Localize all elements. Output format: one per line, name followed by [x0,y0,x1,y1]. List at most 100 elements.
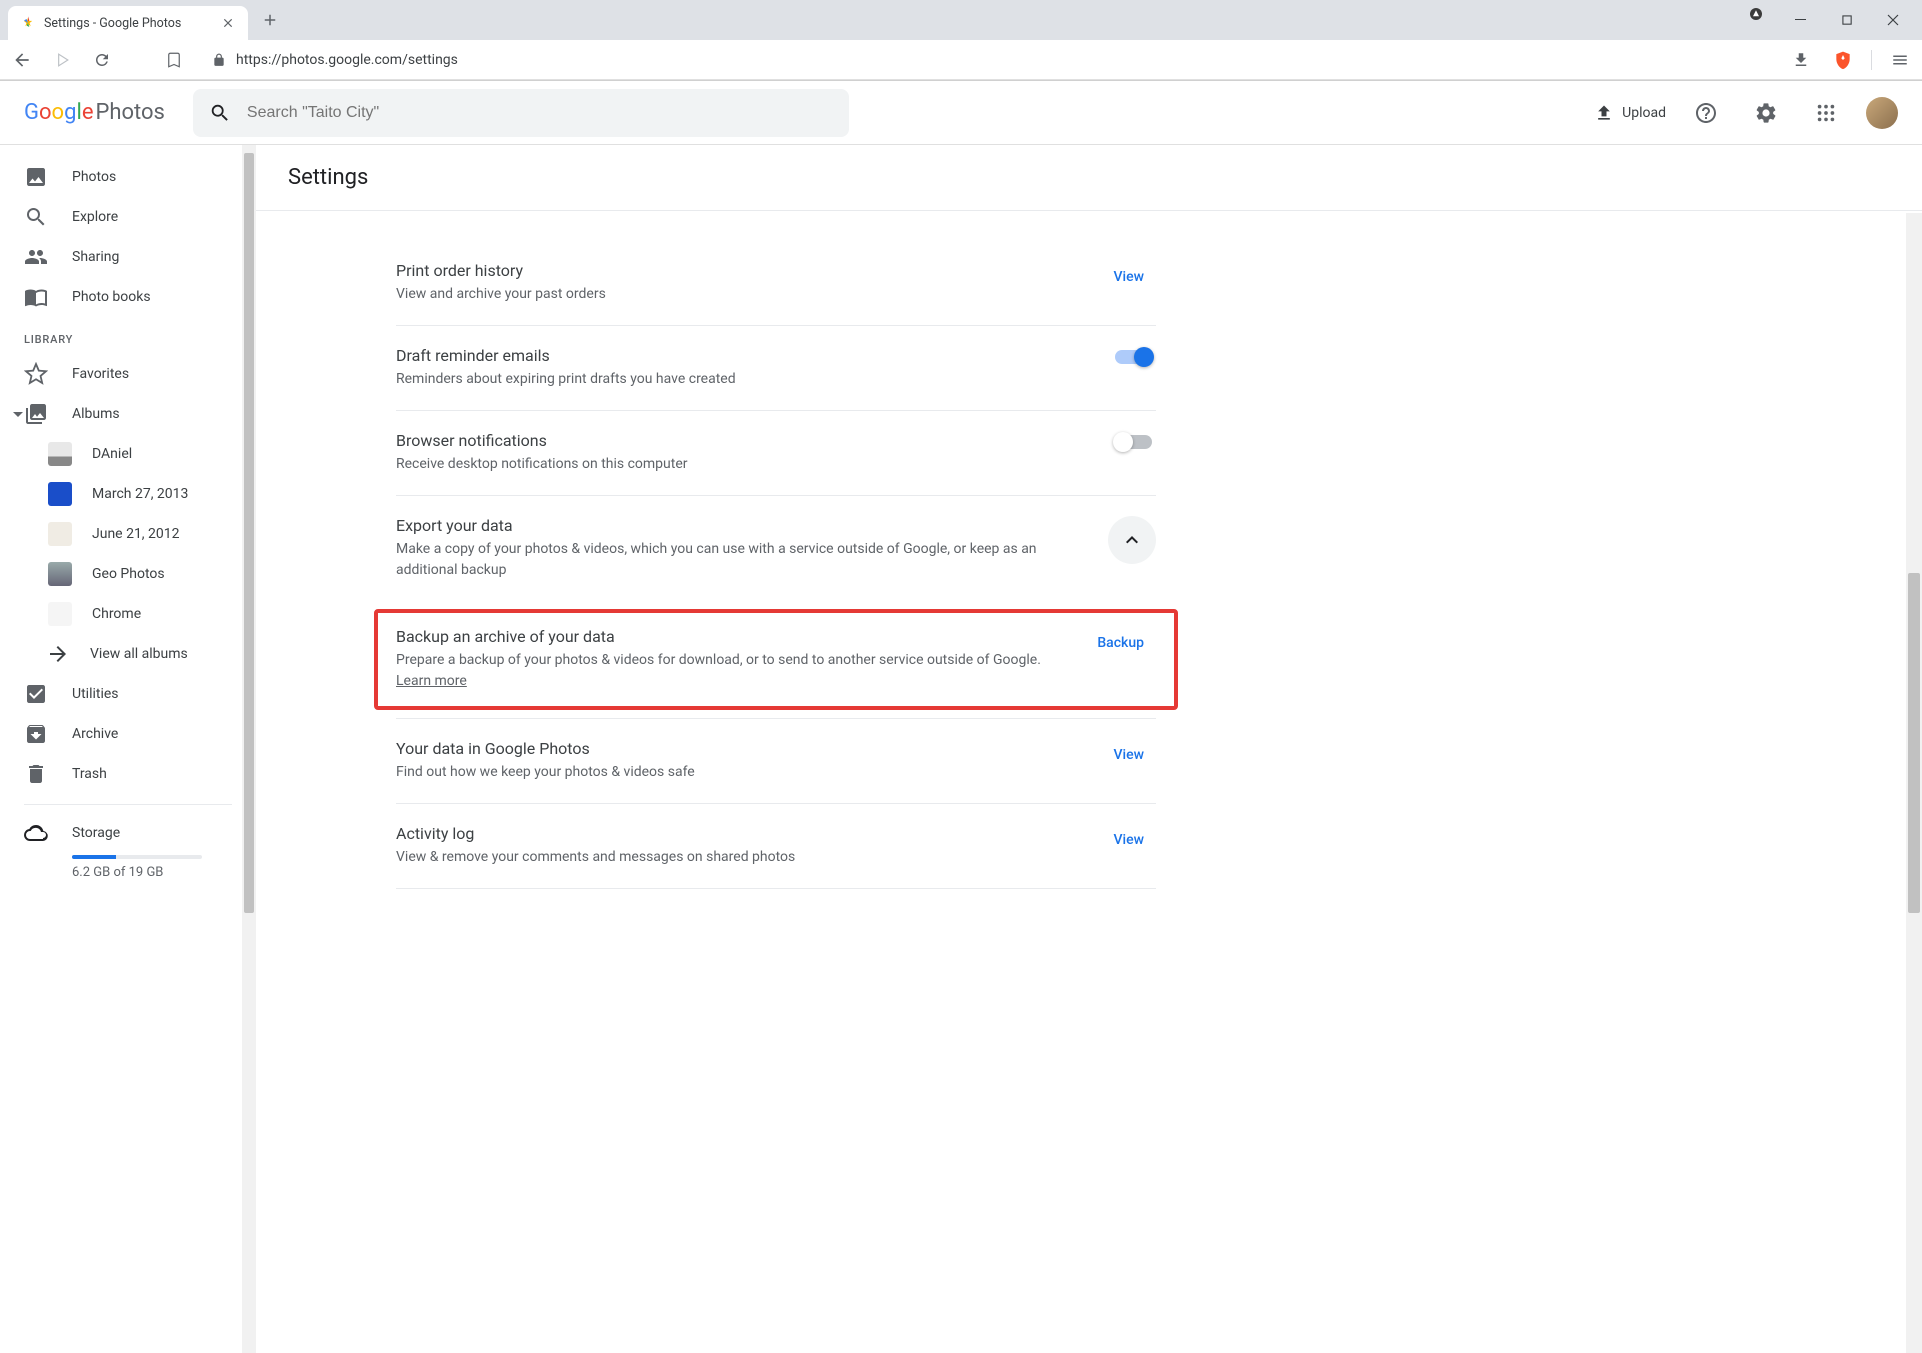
setting-desc: View & remove your comments and messages… [396,847,1078,868]
album-thumb [48,442,72,466]
browser-menu[interactable] [1886,46,1914,74]
apps-grid-icon[interactable] [1806,93,1846,133]
sidebar-label: Photos [72,169,116,185]
titlebar: Settings - Google Photos [0,0,1922,40]
star-icon [24,362,48,386]
sidebar-item-trash[interactable]: Trash [0,754,256,794]
sidebar-label: Favorites [72,366,129,382]
storage-section[interactable]: Storage 6.2 GB of 19 GB [0,805,256,896]
settings-icon[interactable] [1746,93,1786,133]
setting-desc: Make a copy of your photos & videos, whi… [396,539,1084,581]
storage-bar [72,855,202,859]
download-icon[interactable] [1787,46,1815,74]
bookmark-icon[interactable] [160,46,188,74]
nav-back[interactable] [8,46,36,74]
album-item[interactable]: March 27, 2013 [0,474,256,514]
view-link[interactable]: View [1102,739,1157,771]
sidebar-item-photos[interactable]: Photos [0,157,256,197]
window-minimize[interactable] [1778,4,1824,36]
sidebar-label: Explore [72,209,118,225]
toggle-draft-emails[interactable] [1115,350,1152,364]
storage-label: Storage [72,825,120,841]
upload-button[interactable]: Upload [1594,103,1666,123]
archive-icon [24,722,48,746]
help-icon[interactable] [1686,93,1726,133]
sidebar-label: Albums [72,406,120,422]
sidebar-item-archive[interactable]: Archive [0,714,256,754]
sidebar: Photos Explore Sharing Photo books LIBRA… [0,145,256,1353]
nav-reload[interactable] [88,46,116,74]
album-name: Geo Photos [92,566,165,582]
album-thumb [48,562,72,586]
url-text: https://photos.google.com/settings [236,52,458,68]
brave-shield-icon[interactable] [1829,46,1857,74]
album-thumb [48,482,72,506]
search-icon [24,205,48,229]
window-maximize[interactable] [1824,4,1870,36]
setting-desc: Reminders about expiring print drafts yo… [396,369,1091,390]
setting-title: Backup an archive of your data [396,627,1061,646]
new-tab-button[interactable] [256,6,284,34]
lock-icon [212,53,226,67]
tab-title: Settings - Google Photos [44,16,212,31]
album-item[interactable]: Geo Photos [0,554,256,594]
collapse-button[interactable] [1108,516,1156,564]
setting-title: Browser notifications [396,431,1091,450]
setting-backup-archive: Backup an archive of your data Prepare a… [374,609,1178,710]
album-thumb [48,522,72,546]
album-item[interactable]: DAniel [0,434,256,474]
view-link[interactable]: View [1102,824,1157,856]
browser-tab[interactable]: Settings - Google Photos [8,6,248,40]
content-scrollbar[interactable] [1906,213,1922,1353]
setting-title: Your data in Google Photos [396,739,1078,758]
library-section-label: LIBRARY [0,317,256,354]
search-input[interactable] [247,104,833,122]
backup-link[interactable]: Backup [1085,627,1156,659]
sidebar-label: Utilities [72,686,119,702]
setting-desc: View and archive your past orders [396,284,1078,305]
account-avatar[interactable] [1866,97,1898,129]
tab-close-icon[interactable] [220,15,236,31]
sidebar-item-photobooks[interactable]: Photo books [0,277,256,317]
setting-export-data: Export your data Make a copy of your pho… [396,496,1156,601]
chevron-up-icon [1120,528,1144,552]
view-all-albums[interactable]: View all albums [0,634,256,674]
brave-rewards-icon[interactable] [1746,4,1766,24]
setting-desc: Prepare a backup of your photos & videos… [396,650,1061,692]
sidebar-label: Photo books [72,289,151,305]
sidebar-label: View all albums [90,646,188,662]
sidebar-label: Sharing [72,249,119,265]
url-bar[interactable]: https://photos.google.com/settings [200,45,1775,75]
sidebar-label: Archive [72,726,118,742]
sidebar-item-utilities[interactable]: Utilities [0,674,256,714]
setting-print-history: Print order history View and archive you… [396,241,1156,326]
sidebar-item-explore[interactable]: Explore [0,197,256,237]
sidebar-item-sharing[interactable]: Sharing [0,237,256,277]
cloud-icon [24,821,48,845]
setting-your-data: Your data in Google Photos Find out how … [396,718,1156,804]
album-thumb [48,602,72,626]
setting-desc: Receive desktop notifications on this co… [396,454,1091,475]
setting-title: Draft reminder emails [396,346,1091,365]
toggle-browser-notifications[interactable] [1115,435,1152,449]
content: Settings Print order history View and ar… [256,145,1922,1353]
search-box[interactable] [193,89,849,137]
album-item[interactable]: June 21, 2012 [0,514,256,554]
sidebar-scrollbar[interactable] [242,145,256,1353]
book-icon [24,285,48,309]
setting-title: Activity log [396,824,1078,843]
album-item[interactable]: Chrome [0,594,256,634]
upload-icon [1594,103,1614,123]
album-name: DAniel [92,446,132,462]
app-header: Google Photos Upload [0,81,1922,145]
window-close[interactable] [1870,4,1916,36]
sidebar-item-favorites[interactable]: Favorites [0,354,256,394]
sidebar-label: Trash [72,766,107,782]
photos-icon [24,165,48,189]
learn-more-link[interactable]: Learn more [396,673,467,689]
view-link[interactable]: View [1102,261,1157,293]
search-icon [209,102,231,124]
sidebar-item-albums[interactable]: Albums [0,394,256,434]
chevron-down-icon [6,402,30,426]
google-photos-logo[interactable]: Google Photos [24,100,165,125]
